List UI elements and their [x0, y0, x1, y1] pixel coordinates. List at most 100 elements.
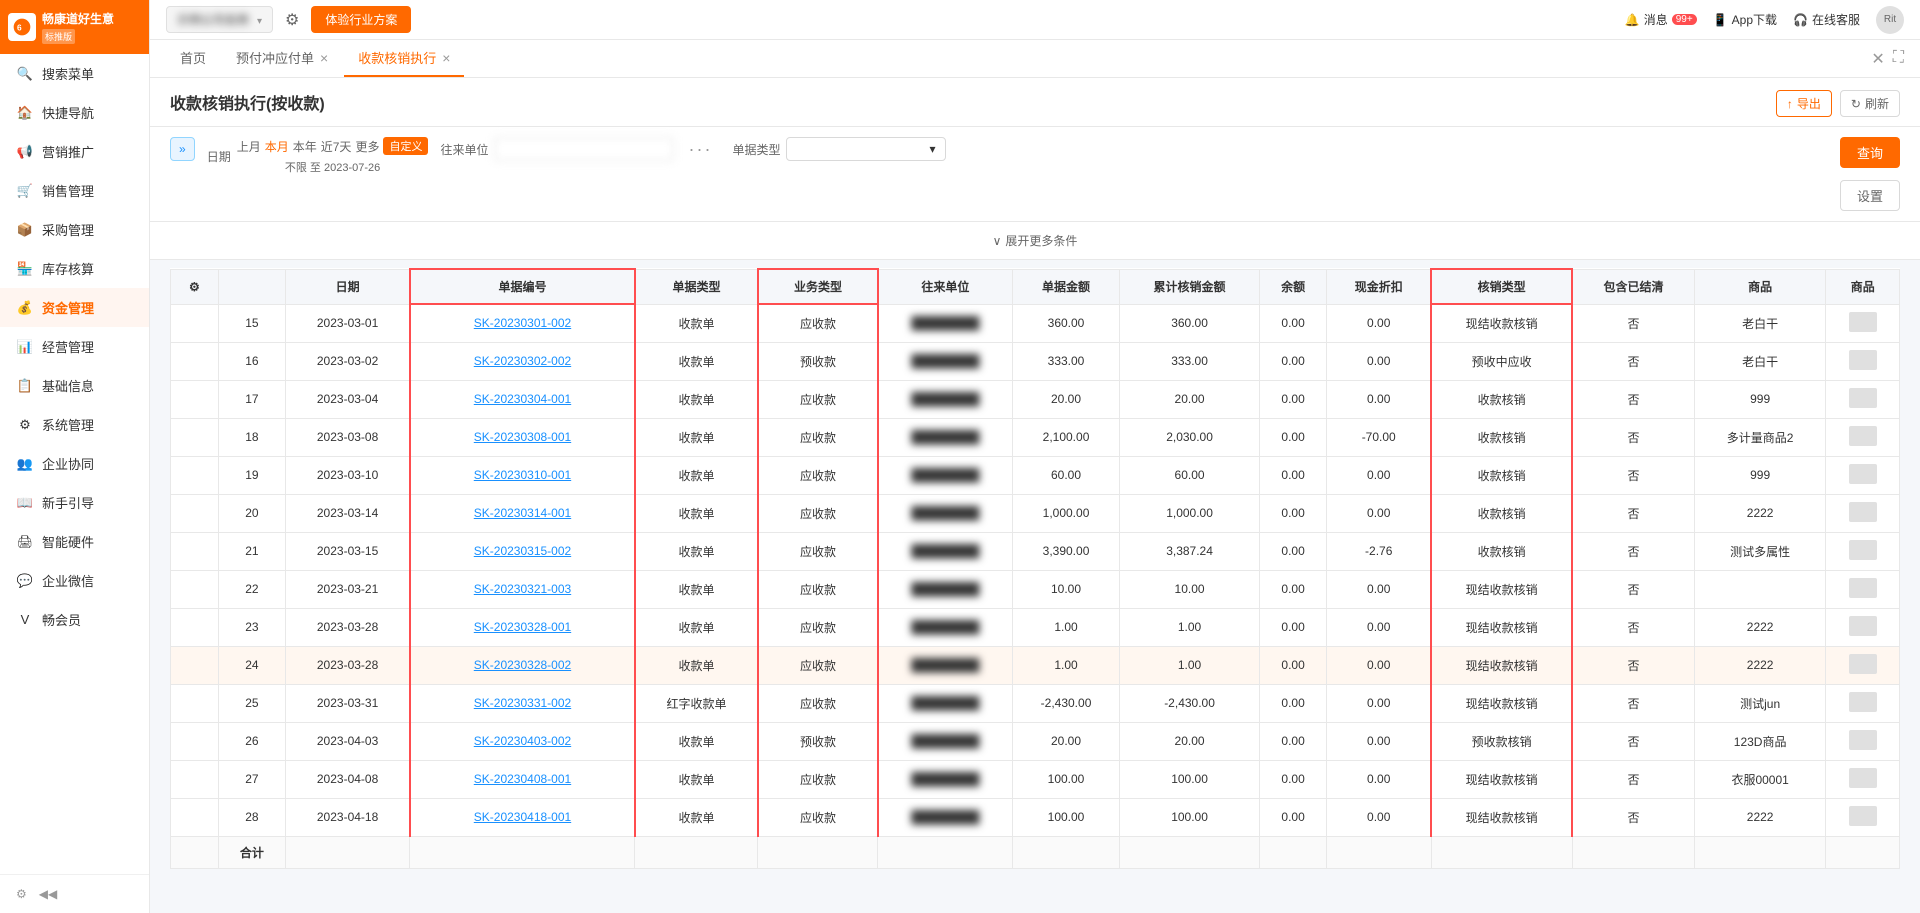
sidebar-item-basic-info[interactable]: 📋 基础信息 [0, 366, 149, 405]
tabs-controls: ✕ ⛶ [1871, 49, 1904, 69]
table-row: 232023-03-28SK-20230328-001收款单应收款███████… [171, 608, 1900, 646]
total-cell-6 [878, 836, 1012, 868]
sidebar-item-search[interactable]: 🔍 搜索菜单 [0, 54, 149, 93]
cell-docno[interactable]: SK-20230403-002 [410, 722, 635, 760]
sidebar-item-inventory[interactable]: 🏪 库存核算 [0, 249, 149, 288]
sidebar-item-purchase[interactable]: 📦 采购管理 [0, 210, 149, 249]
cell-seq: 24 [218, 646, 286, 684]
sidebar-item-member[interactable]: V 畅会员 [0, 600, 149, 639]
col-balance-header[interactable]: 余额 [1259, 269, 1327, 304]
col-docno-header[interactable]: 单据编号 [410, 269, 635, 304]
cell-seq: 19 [218, 456, 286, 494]
cell-biztype: 应收款 [758, 646, 878, 684]
cell-seq: 26 [218, 722, 286, 760]
sidebar-item-marketing[interactable]: 📢 营销推广 [0, 132, 149, 171]
col-accumulated-header[interactable]: 累计核销金额 [1120, 269, 1260, 304]
user-avatar[interactable]: Rit [1876, 6, 1904, 34]
cell-partner: ████████ [878, 722, 1012, 760]
cell-canceltype: 现结收款核销 [1431, 646, 1572, 684]
col-canceltype-header[interactable]: 核销类型 [1431, 269, 1572, 304]
cart-icon: 🛒 [16, 182, 34, 200]
partner-filter-input[interactable] [494, 137, 674, 161]
cell-goods2 [1826, 532, 1900, 570]
collapse-icon[interactable]: ◀◀ [39, 887, 57, 901]
sidebar-item-system[interactable]: ⚙ 系统管理 [0, 405, 149, 444]
total-cell-1: 合计 [218, 836, 286, 868]
expand-more-button[interactable]: ∨ 展开更多条件 [150, 226, 1920, 255]
sidebar-item-operations[interactable]: 📊 经营管理 [0, 327, 149, 366]
cell-docno[interactable]: SK-20230328-001 [410, 608, 635, 646]
cell-docno[interactable]: SK-20230304-001 [410, 380, 635, 418]
tab-prepay[interactable]: 预付冲应付单 × [222, 40, 342, 77]
cell-docno[interactable]: SK-20230321-003 [410, 570, 635, 608]
doctype-filter-select[interactable]: ▾ [786, 137, 946, 161]
cell-docno[interactable]: SK-20230408-001 [410, 760, 635, 798]
cell-docno[interactable]: SK-20230418-001 [410, 798, 635, 836]
col-date-header[interactable]: 日期 [286, 269, 410, 304]
col-goods2-header[interactable]: 商品 [1826, 269, 1900, 304]
cell-docno[interactable]: SK-20230308-001 [410, 418, 635, 456]
cell-doctype: 收款单 [635, 570, 758, 608]
col-partner-header[interactable]: 往来单位 [878, 269, 1012, 304]
app-logo-icon: 6 [8, 13, 36, 41]
sidebar: 6 畅康道好生意 标推版 🔍 搜索菜单 🏠 快捷导航 📢 营销推广 🛒 销售管理… [0, 0, 150, 913]
close-window-icon[interactable]: ✕ [1871, 49, 1884, 69]
query-button[interactable]: 查询 [1840, 137, 1900, 168]
filter-settings-button[interactable]: 设置 [1840, 180, 1900, 211]
company-selector[interactable]: 示例公司名称 [166, 6, 273, 33]
cell-goods2 [1826, 608, 1900, 646]
cell-settings [171, 608, 219, 646]
cell-settings [171, 646, 219, 684]
col-biztype-header[interactable]: 业务类型 [758, 269, 878, 304]
solution-button[interactable]: 体验行业方案 [311, 6, 411, 33]
refresh-button[interactable]: ↻ 刷新 [1840, 90, 1900, 117]
online-service-button[interactable]: 🎧 在线客服 [1793, 11, 1860, 28]
col-cashdisc-header[interactable]: 现金折扣 [1327, 269, 1431, 304]
date-custom[interactable]: 自定义 [383, 137, 428, 155]
sidebar-item-collab[interactable]: 👥 企业协同 [0, 444, 149, 483]
cell-docno[interactable]: SK-20230315-002 [410, 532, 635, 570]
cell-includecleared: 否 [1572, 532, 1694, 570]
cell-docno[interactable]: SK-20230314-001 [410, 494, 635, 532]
sidebar-item-quicknav[interactable]: 🏠 快捷导航 [0, 93, 149, 132]
col-settings-header[interactable]: ⚙ [171, 269, 219, 304]
cell-docno[interactable]: SK-20230301-002 [410, 304, 635, 342]
col-doctype-header[interactable]: 单据类型 [635, 269, 758, 304]
sidebar-item-wechat[interactable]: 💬 企业微信 [0, 561, 149, 600]
sidebar-item-guide[interactable]: 📖 新手引导 [0, 483, 149, 522]
settings-bottom-icon[interactable]: ⚙ [16, 887, 27, 901]
cell-biztype: 应收款 [758, 494, 878, 532]
total-cell-5 [758, 836, 878, 868]
maximize-icon[interactable]: ⛶ [1893, 49, 1904, 69]
notice-button[interactable]: 🔔 消息 99+ [1625, 11, 1697, 28]
cell-docno[interactable]: SK-20230328-002 [410, 646, 635, 684]
cell-docno[interactable]: SK-20230331-002 [410, 684, 635, 722]
date-more[interactable]: 更多 [355, 138, 379, 155]
col-goods-header[interactable]: 商品 [1694, 269, 1826, 304]
cell-docno[interactable]: SK-20230310-001 [410, 456, 635, 494]
topbar-settings-icon[interactable]: ⚙ [285, 10, 299, 30]
sidebar-item-hardware[interactable]: 🖨 智能硬件 [0, 522, 149, 561]
cell-accumulated: 100.00 [1120, 798, 1260, 836]
sidebar-item-sales[interactable]: 🛒 销售管理 [0, 171, 149, 210]
page-header-actions: ↑ 导出 ↻ 刷新 [1776, 90, 1900, 117]
date-7-days[interactable]: 近7天 [321, 138, 352, 155]
cell-canceltype: 收款核销 [1431, 532, 1572, 570]
date-this-month[interactable]: 本月 [265, 138, 289, 155]
tab-home[interactable]: 首页 [166, 40, 220, 77]
col-amount-header[interactable]: 单据金额 [1012, 269, 1120, 304]
tab-collection-close[interactable]: × [442, 51, 450, 65]
tab-prepay-close[interactable]: × [320, 51, 328, 65]
partner-filter-more[interactable]: ··· [680, 139, 720, 160]
tab-collection[interactable]: 收款核销执行 × [344, 40, 464, 77]
export-button[interactable]: ↑ 导出 [1776, 90, 1832, 117]
cell-docno[interactable]: SK-20230302-002 [410, 342, 635, 380]
total-cell-13 [1694, 836, 1826, 868]
col-includecleared-header[interactable]: 包含已结清 [1572, 269, 1694, 304]
filter-toggle-button[interactable]: » [170, 137, 195, 161]
app-download-button[interactable]: 📱 App下载 [1713, 11, 1777, 28]
sidebar-item-finance[interactable]: 💰 资金管理 [0, 288, 149, 327]
date-last-month[interactable]: 上月 [237, 138, 261, 155]
cell-date: 2023-04-08 [286, 760, 410, 798]
date-this-year[interactable]: 本年 [293, 138, 317, 155]
